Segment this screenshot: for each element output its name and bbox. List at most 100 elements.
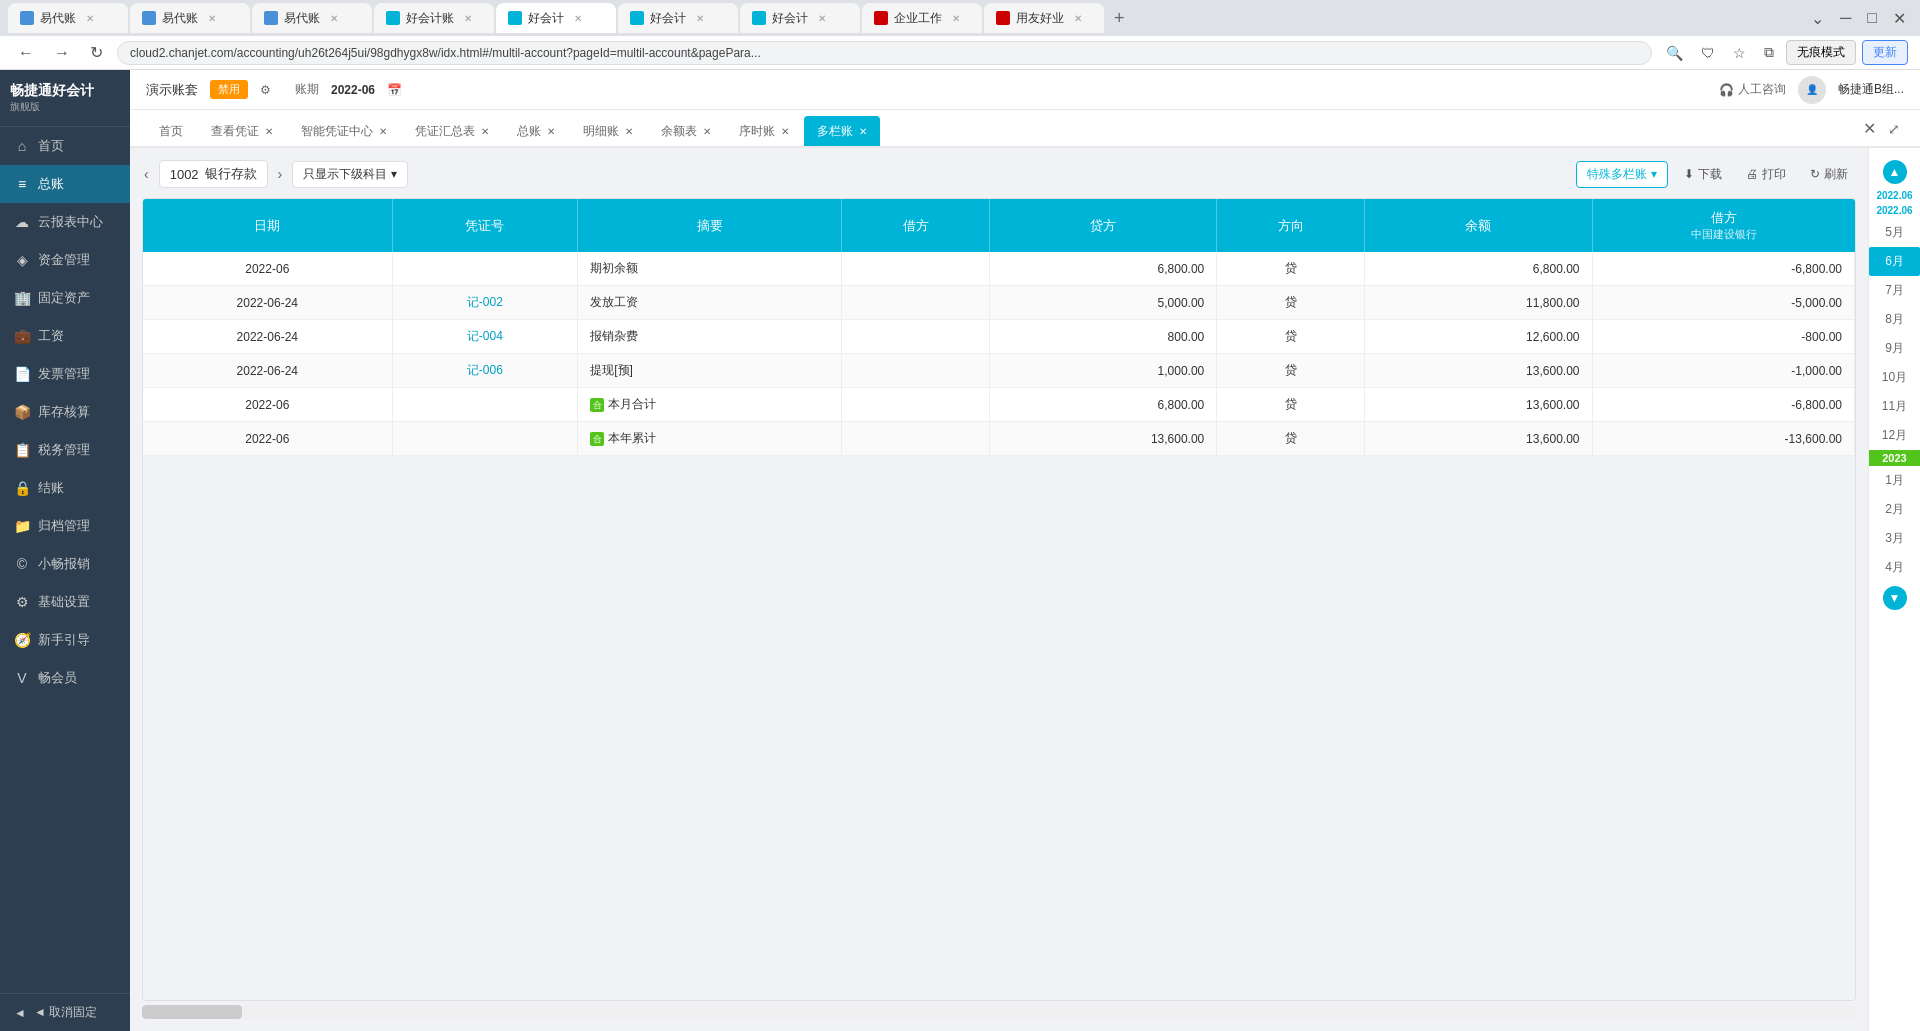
cancel-pin-button[interactable]: ◄ ◄ 取消固定: [0, 994, 130, 1031]
browser-tab-3[interactable]: 易代账 ✕: [252, 3, 372, 33]
prev-account-button[interactable]: ‹: [142, 164, 151, 184]
calendar-month-2023-3[interactable]: 3月: [1869, 524, 1920, 553]
tab-close-general-ledger[interactable]: ✕: [547, 126, 555, 137]
star-icon[interactable]: ☆: [1727, 43, 1752, 63]
browser-tab-1[interactable]: 易代账 ✕: [8, 3, 128, 33]
tab-balance-sheet[interactable]: 余额表 ✕: [648, 116, 724, 146]
sidebar-item-invoice[interactable]: 📄 发票管理: [0, 355, 130, 393]
calendar-month-2023-1[interactable]: 1月: [1869, 466, 1920, 495]
calendar-month-7[interactable]: 7月: [1869, 276, 1920, 305]
cell-voucher[interactable]: 记-002: [392, 286, 578, 320]
tab-voucher-summary[interactable]: 凭证汇总表 ✕: [402, 116, 502, 146]
download-button[interactable]: ⬇ 下载: [1676, 162, 1730, 187]
sidebar-item-funds[interactable]: ◈ 资金管理: [0, 241, 130, 279]
tab-close-1[interactable]: ✕: [86, 13, 94, 24]
tab-close-4[interactable]: ✕: [464, 13, 472, 24]
cell-voucher[interactable]: 记-004: [392, 320, 578, 354]
tab-detail-ledger[interactable]: 明细账 ✕: [570, 116, 646, 146]
expand-content-button[interactable]: ⤢: [1884, 117, 1904, 141]
sidebar-item-close-accounts[interactable]: 🔒 结账: [0, 469, 130, 507]
sidebar-item-home[interactable]: ⌂ 首页: [0, 127, 130, 165]
sidebar-item-reports[interactable]: ☁ 云报表中心: [0, 203, 130, 241]
calendar-month-6[interactable]: 6月: [1869, 247, 1920, 276]
calendar-month-8[interactable]: 8月: [1869, 305, 1920, 334]
browser-tab-6[interactable]: 好会计 ✕: [618, 3, 738, 33]
search-icon[interactable]: 🔍: [1660, 43, 1689, 63]
maximize-button[interactable]: □: [1861, 7, 1883, 29]
tab-close-8[interactable]: ✕: [952, 13, 960, 24]
sidebar-item-archive[interactable]: 📁 归档管理: [0, 507, 130, 545]
tab-close-journal[interactable]: ✕: [781, 126, 789, 137]
browser-tab-7[interactable]: 好会计 ✕: [740, 3, 860, 33]
tab-close-smart-voucher[interactable]: ✕: [379, 126, 387, 137]
tab-close-multi-column[interactable]: ✕: [859, 126, 867, 137]
back-button[interactable]: ←: [12, 42, 40, 64]
calendar-icon[interactable]: 📅: [387, 83, 402, 97]
browser-tab-5[interactable]: 好会计 ✕: [496, 3, 616, 33]
new-tab-button[interactable]: +: [1106, 8, 1133, 29]
calendar-down-button[interactable]: ▼: [1883, 586, 1907, 610]
tab-close-3[interactable]: ✕: [330, 13, 338, 24]
extension-icon[interactable]: ⧉: [1758, 42, 1780, 63]
tab-home[interactable]: 首页: [146, 116, 196, 146]
tab-view-voucher[interactable]: 查看凭证 ✕: [198, 116, 286, 146]
calendar-up-button[interactable]: ▲: [1883, 160, 1907, 184]
shield-icon[interactable]: 🛡: [1695, 43, 1721, 63]
browser-tab-4[interactable]: 好会计账 ✕: [374, 3, 494, 33]
tab-close-5[interactable]: ✕: [574, 13, 582, 24]
reload-button[interactable]: ↻: [84, 41, 109, 64]
calendar-month-10[interactable]: 10月: [1869, 363, 1920, 392]
update-button[interactable]: 更新: [1862, 40, 1908, 65]
print-button[interactable]: 🖨 打印: [1738, 162, 1794, 187]
calendar-month-12[interactable]: 12月: [1869, 421, 1920, 450]
sidebar-item-assets[interactable]: 🏢 固定资产: [0, 279, 130, 317]
next-account-button[interactable]: ›: [276, 164, 285, 184]
forward-button[interactable]: →: [48, 42, 76, 64]
sidebar-item-vip[interactable]: V 畅会员: [0, 659, 130, 697]
sidebar-item-expense[interactable]: © 小畅报销: [0, 545, 130, 583]
scrollbar-thumb[interactable]: [142, 1005, 242, 1019]
tab-close-view-voucher[interactable]: ✕: [265, 126, 273, 137]
tab-close-6[interactable]: ✕: [696, 13, 704, 24]
calendar-month-11[interactable]: 11月: [1869, 392, 1920, 421]
tab-journal[interactable]: 序时账 ✕: [726, 116, 802, 146]
horizontal-scrollbar[interactable]: [142, 1005, 1856, 1019]
tab-close-2[interactable]: ✕: [208, 13, 216, 24]
tab-list-button[interactable]: ⌄: [1805, 7, 1830, 30]
sidebar-item-settings[interactable]: ⚙ 基础设置: [0, 583, 130, 621]
calendar-month-2023-2[interactable]: 2月: [1869, 495, 1920, 524]
browser-tab-2[interactable]: 易代账 ✕: [130, 3, 250, 33]
sidebar-item-guide[interactable]: 🧭 新手引导: [0, 621, 130, 659]
wuhen-button[interactable]: 无痕模式: [1786, 40, 1856, 65]
tab-multi-column[interactable]: 多栏账 ✕: [804, 116, 880, 146]
calendar-month-5[interactable]: 5月: [1869, 218, 1920, 247]
tab-general-ledger[interactable]: 总账 ✕: [504, 116, 568, 146]
tab-close-balance-sheet[interactable]: ✕: [703, 126, 711, 137]
tab-close-9[interactable]: ✕: [1074, 13, 1082, 24]
url-input[interactable]: cloud2.chanjet.com/accounting/uh26t264j5…: [117, 41, 1652, 65]
sidebar-item-tax[interactable]: 📋 税务管理: [0, 431, 130, 469]
cell-voucher[interactable]: 记-006: [392, 354, 578, 388]
calendar-month-2023-4[interactable]: 4月: [1869, 553, 1920, 582]
tab-smart-voucher[interactable]: 智能凭证中心 ✕: [288, 116, 400, 146]
sidebar-item-ledger[interactable]: ≡ 总账: [0, 165, 130, 203]
cell-date: 2022-06-24: [143, 286, 392, 320]
tab-close-detail-ledger[interactable]: ✕: [625, 126, 633, 137]
calendar-month-9[interactable]: 9月: [1869, 334, 1920, 363]
filter-dropdown[interactable]: 只显示下级科目 ▾: [292, 161, 408, 188]
close-content-button[interactable]: ✕: [1859, 115, 1880, 142]
multi-col-button[interactable]: 特殊多栏账 ▾: [1576, 161, 1668, 188]
consult-button[interactable]: 🎧 人工咨询: [1719, 81, 1786, 98]
sidebar-item-inventory[interactable]: 📦 库存核算: [0, 393, 130, 431]
settings-gear-icon[interactable]: ⚙: [260, 83, 271, 97]
tab-close-voucher-summary[interactable]: ✕: [481, 126, 489, 137]
tab-close-7[interactable]: ✕: [818, 13, 826, 24]
browser-tab-9[interactable]: 用友好业 ✕: [984, 3, 1104, 33]
minimize-button[interactable]: ─: [1834, 7, 1857, 29]
browser-tab-8[interactable]: 企业工作 ✕: [862, 3, 982, 33]
close-window-button[interactable]: ✕: [1887, 7, 1912, 30]
sidebar-item-salary[interactable]: 💼 工资: [0, 317, 130, 355]
account-selector[interactable]: 1002 银行存款: [159, 160, 268, 188]
demo-badge[interactable]: 禁用: [210, 80, 248, 99]
refresh-button[interactable]: ↻ 刷新: [1802, 162, 1856, 187]
